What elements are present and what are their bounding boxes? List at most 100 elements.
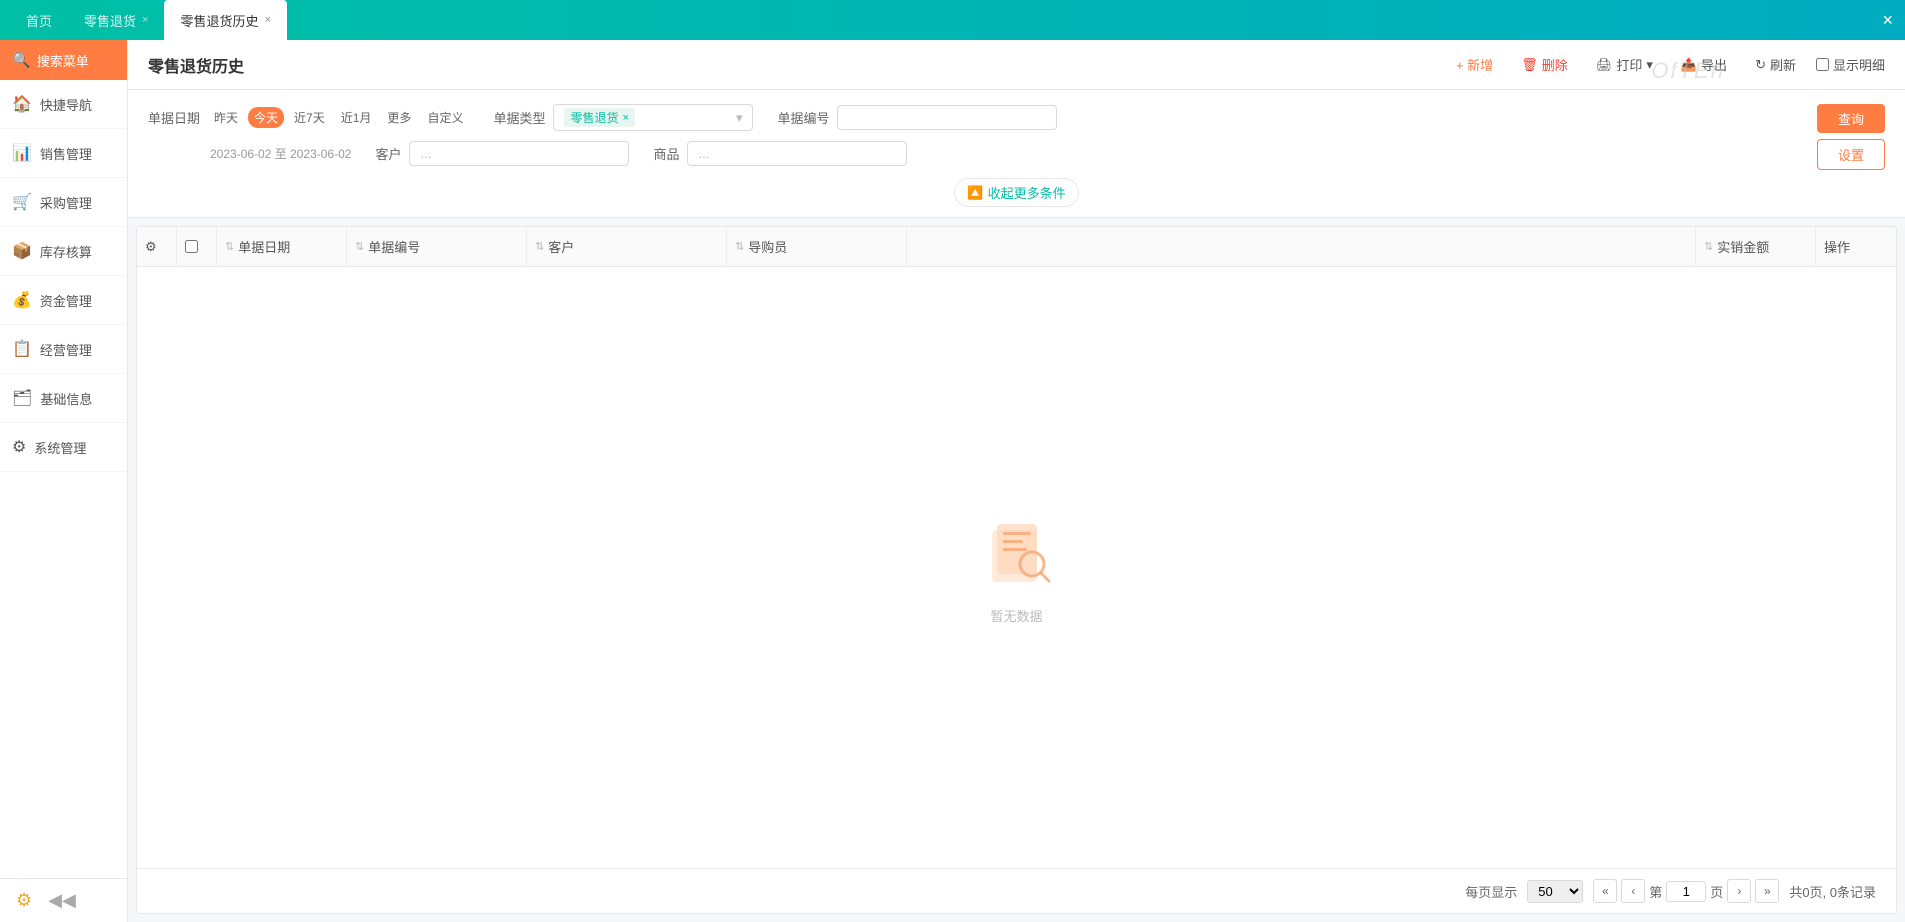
pagination: 每页显示 50 20 100 200 « ‹ 第 页 › » 共0页, 0条记录 [137, 868, 1896, 913]
sidebar-item-quick-nav[interactable]: 🏠 快捷导航 [0, 80, 127, 129]
date-more[interactable]: 更多 [381, 107, 417, 128]
type-tag-close[interactable]: × [622, 112, 628, 124]
empty-state: 暂无数据 [137, 267, 1896, 868]
query-set-buttons: 查询 设置 [1817, 104, 1885, 170]
th-empty [907, 227, 1696, 266]
date-filter-label: 单据日期 [148, 108, 200, 127]
sidebar-footer: ⚙ ◀◀ [0, 878, 127, 922]
th-guide[interactable]: ⇅ 导购员 [727, 227, 907, 266]
inventory-icon: 📦 [12, 241, 32, 261]
customer-filter-label: 客户 [375, 144, 401, 163]
date-yesterday[interactable]: 昨天 [208, 107, 244, 128]
sort-amount-icon: ⇅ [1704, 240, 1713, 253]
sort-order-icon: ⇅ [355, 240, 364, 253]
purchase-icon: 🛒 [12, 192, 32, 212]
customer-filter: 客户 [375, 141, 629, 166]
date-custom[interactable]: 自定义 [421, 107, 469, 128]
sales-icon: 📊 [12, 143, 32, 163]
close-tab-retail-return[interactable]: × [142, 14, 148, 26]
th-amount[interactable]: ⇅ 实销金额 [1696, 227, 1816, 266]
date-filter: 单据日期 昨天 今天 近7天 近1月 更多 自定义 [148, 107, 469, 128]
th-order-num[interactable]: ⇅ 单据编号 [347, 227, 527, 266]
sort-customer-icon: ⇅ [535, 240, 544, 253]
main-layout: 🔍 搜索菜单 🏠 快捷导航 📊 销售管理 🛒 采购管理 📦 库存核算 💰 [0, 40, 1905, 922]
export-button[interactable]: 📤 导出 [1673, 51, 1735, 78]
page-last-button[interactable]: » [1755, 879, 1779, 903]
date-shortcuts: 昨天 今天 近7天 近1月 更多 自定义 [208, 107, 469, 128]
window-close-button[interactable]: × [1882, 10, 1893, 31]
set-button[interactable]: 设置 [1817, 139, 1885, 170]
select-all-checkbox[interactable] [185, 240, 198, 253]
table-header: ⚙ ⇅ 单据日期 ⇅ 单据编号 ⇅ 客户 ⇅ [137, 227, 1896, 267]
settings-footer-icon[interactable]: ⚙ [16, 890, 32, 911]
th-customer[interactable]: ⇅ 客户 [527, 227, 727, 266]
date-range-text: 2023-06-02 至 2023-06-02 [210, 145, 351, 162]
close-tab-retail-return-history[interactable]: × [264, 14, 270, 26]
page-label: 页 [1710, 882, 1723, 901]
sort-date-icon: ⇅ [225, 240, 234, 253]
tab-list: 首页 零售退货 × 零售退货历史 × [10, 0, 1882, 40]
filter-row-2: 2023-06-02 至 2023-06-02 客户 商品 [148, 141, 1793, 166]
table-settings-icon: ⚙ [145, 239, 157, 255]
refresh-button[interactable]: ↻ 刷新 [1747, 51, 1804, 78]
page-size-label: 每页显示 [1465, 882, 1517, 901]
query-button[interactable]: 查询 [1817, 104, 1885, 133]
display-detail-checkbox[interactable] [1816, 58, 1829, 71]
sidebar: 🔍 搜索菜单 🏠 快捷导航 📊 销售管理 🛒 采购管理 📦 库存核算 💰 [0, 40, 128, 922]
sidebar-item-purchase[interactable]: 🛒 采购管理 [0, 178, 127, 227]
customer-input[interactable] [409, 141, 629, 166]
filter-row-1: 单据日期 昨天 今天 近7天 近1月 更多 自定义 [148, 104, 1793, 131]
th-date[interactable]: ⇅ 单据日期 [217, 227, 347, 266]
page-prev-button[interactable]: ‹ [1621, 879, 1645, 903]
print-dropdown-icon: ▾ [1646, 57, 1653, 73]
th-actions: 操作 [1816, 227, 1896, 266]
export-icon: 📤 [1681, 57, 1697, 73]
th-settings[interactable]: ⚙ [137, 227, 177, 266]
search-icon: 🔍 [12, 51, 31, 69]
empty-state-icon [977, 510, 1057, 590]
goods-filter: 商品 [653, 141, 907, 166]
sidebar-item-sales[interactable]: 📊 销售管理 [0, 129, 127, 178]
delete-button[interactable]: 🗑 删除 [1513, 51, 1576, 78]
date-7days[interactable]: 近7天 [288, 107, 331, 128]
goods-input[interactable] [687, 141, 907, 166]
date-today[interactable]: 今天 [248, 107, 284, 128]
sidebar-item-operations[interactable]: 📋 经营管理 [0, 325, 127, 374]
order-num-input[interactable] [837, 105, 1057, 130]
add-button[interactable]: + 新增 [1448, 51, 1501, 78]
page-navigation: « ‹ 第 页 › » [1593, 879, 1779, 903]
date-1month[interactable]: 近1月 [335, 107, 378, 128]
goods-filter-label: 商品 [653, 144, 679, 163]
page-input[interactable] [1666, 881, 1706, 902]
finance-icon: 💰 [12, 290, 32, 310]
sidebar-item-inventory[interactable]: 📦 库存核算 [0, 227, 127, 276]
type-selector[interactable]: 零售退货 × ▾ [553, 104, 753, 131]
collapse-filter-button[interactable]: 🔼 收起更多条件 [954, 178, 1078, 207]
type-filter: 单据类型 零售退货 × ▾ [493, 104, 753, 131]
display-detail-checkbox-area[interactable]: 显示明细 [1816, 55, 1885, 74]
collapse-icon: 🔼 [967, 185, 983, 201]
tab-home[interactable]: 首页 [10, 0, 68, 40]
page-first-button[interactable]: « [1593, 879, 1617, 903]
page-header: 零售退货历史 + 新增 🗑 删除 🖨 打印 ▾ 📤 导出 [128, 40, 1905, 90]
print-button[interactable]: 🖨 打印 ▾ [1588, 51, 1661, 78]
empty-state-text: 暂无数据 [990, 606, 1042, 625]
sound-footer-icon[interactable]: ◀◀ [48, 890, 76, 911]
tab-retail-return[interactable]: 零售退货 × [68, 0, 164, 40]
sort-guide-icon: ⇅ [735, 240, 744, 253]
system-icon: ⚙ [12, 437, 26, 457]
page-size-select[interactable]: 50 20 100 200 [1527, 880, 1583, 903]
date-range-display: 2023-06-02 至 2023-06-02 [148, 145, 351, 162]
page-next-button[interactable]: › [1727, 879, 1751, 903]
sidebar-item-finance[interactable]: 💰 资金管理 [0, 276, 127, 325]
main-content: 零售退货历史 + 新增 🗑 删除 🖨 打印 ▾ 📤 导出 [128, 40, 1905, 922]
sidebar-item-system[interactable]: ⚙ 系统管理 [0, 423, 127, 472]
th-checkbox[interactable] [177, 227, 217, 266]
operations-icon: 📋 [12, 339, 32, 359]
order-num-label: 单据编号 [777, 108, 829, 127]
tab-retail-return-history[interactable]: 零售退货历史 × [164, 0, 286, 40]
sidebar-item-basic-info[interactable]: 🗂 基础信息 [0, 374, 127, 423]
total-info: 共0页, 0条记录 [1789, 882, 1876, 901]
sidebar-search[interactable]: 🔍 搜索菜单 [0, 40, 127, 80]
header-actions: + 新增 🗑 删除 🖨 打印 ▾ 📤 导出 ↻ 刷新 [1448, 51, 1885, 78]
